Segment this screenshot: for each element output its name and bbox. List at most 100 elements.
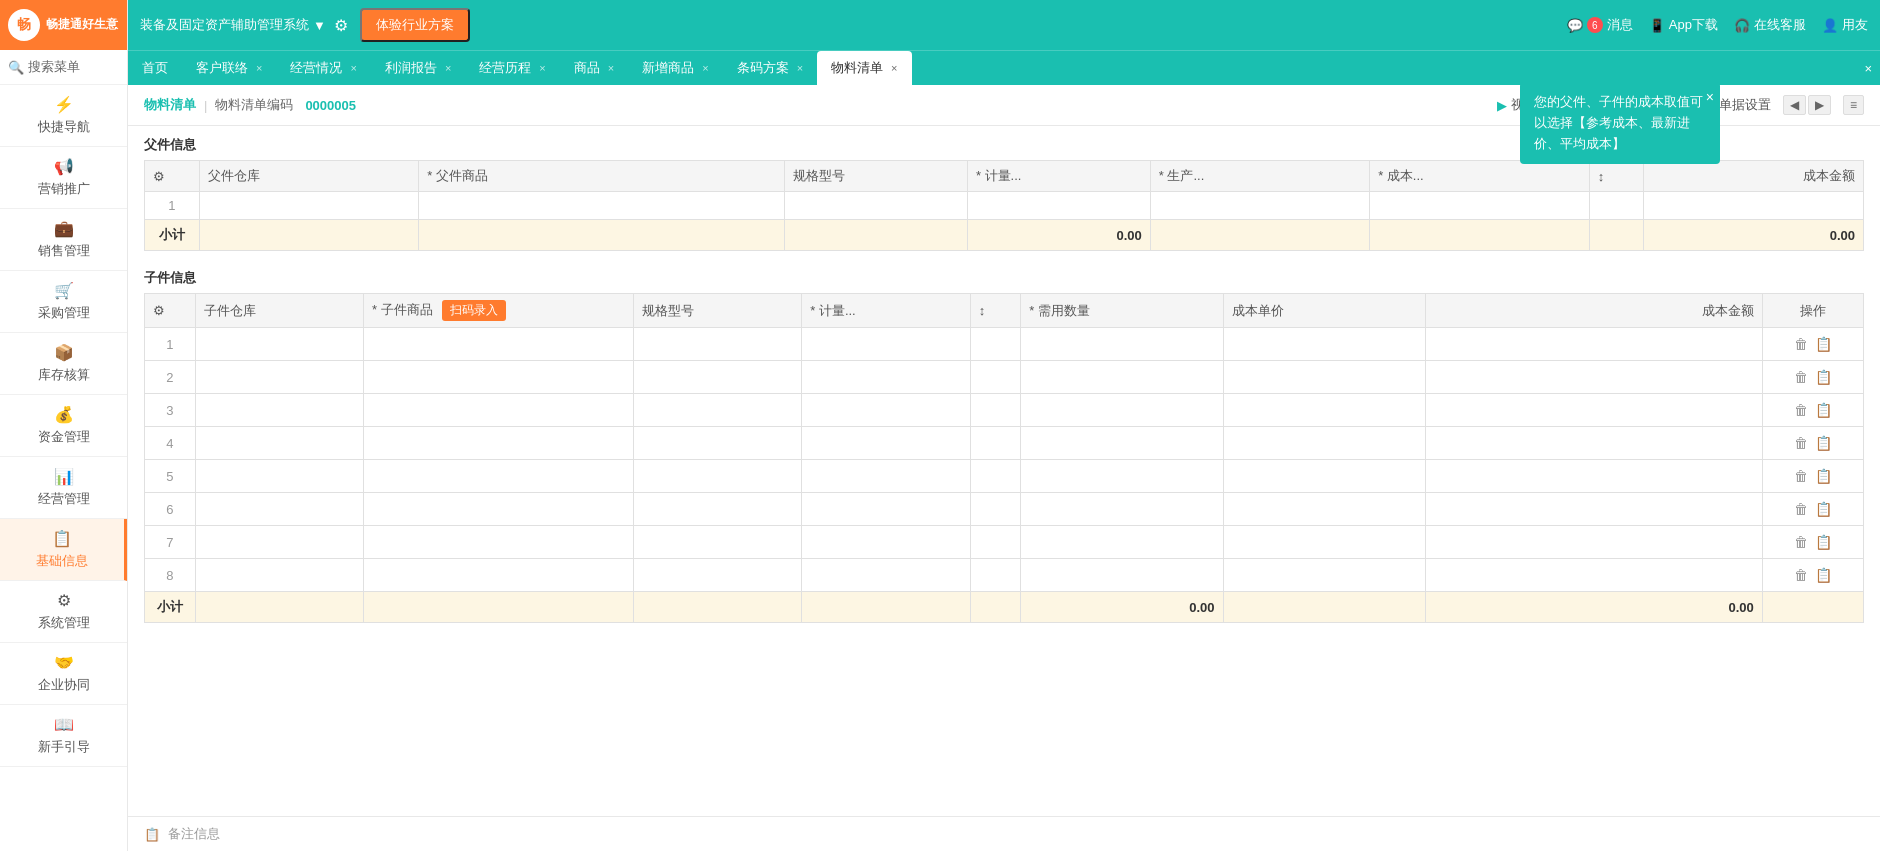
tab-operation-close[interactable]: × bbox=[350, 62, 356, 74]
parent-row-1-goods[interactable] bbox=[419, 192, 785, 220]
child-row-3-spec[interactable] bbox=[633, 394, 802, 427]
child-row-4-unit[interactable] bbox=[802, 427, 971, 460]
sidebar-item-operation[interactable]: 📊 经营管理 bbox=[0, 457, 127, 519]
nav-next-btn[interactable]: ▶ bbox=[1808, 95, 1831, 115]
child-row-5-unit-cost[interactable] bbox=[1223, 460, 1425, 493]
child-row-2-warehouse[interactable] bbox=[195, 361, 364, 394]
child-row-1-goods[interactable] bbox=[364, 328, 634, 361]
parent-row-1-produce[interactable] bbox=[1150, 192, 1369, 220]
tooltip-close-btn[interactable]: × bbox=[1706, 86, 1714, 108]
child-row-6-spec[interactable] bbox=[633, 493, 802, 526]
child-row-7-warehouse[interactable] bbox=[195, 526, 364, 559]
sidebar-item-quick-nav[interactable]: ⚡ 快捷导航 bbox=[0, 85, 127, 147]
child-row-5-sort[interactable] bbox=[970, 460, 1021, 493]
child-row-8-unit-cost[interactable] bbox=[1223, 559, 1425, 592]
child-row-3-qty[interactable] bbox=[1021, 394, 1223, 427]
child-row-7-sort[interactable] bbox=[970, 526, 1021, 559]
child-row-4-copy-btn[interactable]: 📋 bbox=[1813, 433, 1834, 453]
child-row-1-spec[interactable] bbox=[633, 328, 802, 361]
sidebar-item-sales[interactable]: 💼 销售管理 bbox=[0, 209, 127, 271]
child-row-3-delete-btn[interactable]: 🗑 bbox=[1792, 400, 1810, 420]
child-row-2-sort[interactable] bbox=[970, 361, 1021, 394]
expand-btn[interactable]: ≡ bbox=[1843, 95, 1864, 115]
sidebar-item-marketing[interactable]: 📢 营销推广 bbox=[0, 147, 127, 209]
tab-goods[interactable]: 商品× bbox=[560, 51, 628, 85]
tab-barcode-close[interactable]: × bbox=[797, 62, 803, 74]
child-row-6-unit-cost[interactable] bbox=[1223, 493, 1425, 526]
child-row-2-copy-btn[interactable]: 📋 bbox=[1813, 367, 1834, 387]
child-row-6-sort[interactable] bbox=[970, 493, 1021, 526]
user-menu[interactable]: 👤 用友 bbox=[1822, 16, 1868, 34]
tab-history[interactable]: 经营历程× bbox=[465, 51, 559, 85]
child-row-2-qty[interactable] bbox=[1021, 361, 1223, 394]
child-row-2-goods[interactable] bbox=[364, 361, 634, 394]
child-row-5-goods[interactable] bbox=[364, 460, 634, 493]
tab-customer-close[interactable]: × bbox=[256, 62, 262, 74]
scan-input-btn[interactable]: 扫码录入 bbox=[442, 300, 506, 321]
child-row-3-unit-cost[interactable] bbox=[1223, 394, 1425, 427]
message-btn[interactable]: 💬 6 消息 bbox=[1567, 16, 1633, 34]
child-row-7-spec[interactable] bbox=[633, 526, 802, 559]
child-row-4-qty[interactable] bbox=[1021, 427, 1223, 460]
trial-button[interactable]: 体验行业方案 bbox=[360, 8, 470, 42]
close-all-tabs[interactable]: × bbox=[1856, 61, 1880, 76]
child-row-7-qty[interactable] bbox=[1021, 526, 1223, 559]
tab-bom-close[interactable]: × bbox=[891, 62, 897, 74]
tab-profit-close[interactable]: × bbox=[445, 62, 451, 74]
child-row-7-unit-cost[interactable] bbox=[1223, 526, 1425, 559]
tab-new-goods[interactable]: 新增商品× bbox=[628, 51, 722, 85]
child-row-7-copy-btn[interactable]: 📋 bbox=[1813, 532, 1834, 552]
child-row-3-warehouse[interactable] bbox=[195, 394, 364, 427]
child-row-8-sort[interactable] bbox=[970, 559, 1021, 592]
child-row-5-qty[interactable] bbox=[1021, 460, 1223, 493]
child-row-1-warehouse[interactable] bbox=[195, 328, 364, 361]
child-row-1-copy-btn[interactable]: 📋 bbox=[1813, 334, 1834, 354]
child-row-4-spec[interactable] bbox=[633, 427, 802, 460]
tab-home[interactable]: 首页 bbox=[128, 51, 182, 85]
parent-row-1-sort[interactable] bbox=[1589, 192, 1644, 220]
parent-row-1-cost[interactable] bbox=[1370, 192, 1589, 220]
child-row-8-unit[interactable] bbox=[802, 559, 971, 592]
child-row-4-unit-cost[interactable] bbox=[1223, 427, 1425, 460]
sidebar-item-enterprise[interactable]: 🤝 企业协同 bbox=[0, 643, 127, 705]
child-row-1-qty[interactable] bbox=[1021, 328, 1223, 361]
app-download-btn[interactable]: 📱 App下载 bbox=[1649, 16, 1718, 34]
child-row-1-unit[interactable] bbox=[802, 328, 971, 361]
sidebar-item-finance[interactable]: 💰 资金管理 bbox=[0, 395, 127, 457]
child-row-5-delete-btn[interactable]: 🗑 bbox=[1792, 466, 1810, 486]
online-service-btn[interactable]: 🎧 在线客服 bbox=[1734, 16, 1806, 34]
tab-goods-close[interactable]: × bbox=[608, 62, 614, 74]
child-row-6-copy-btn[interactable]: 📋 bbox=[1813, 499, 1834, 519]
child-row-1-sort[interactable] bbox=[970, 328, 1021, 361]
child-row-3-sort[interactable] bbox=[970, 394, 1021, 427]
sidebar-item-guide[interactable]: 📖 新手引导 bbox=[0, 705, 127, 767]
child-row-2-delete-btn[interactable]: 🗑 bbox=[1792, 367, 1810, 387]
child-row-8-delete-btn[interactable]: 🗑 bbox=[1792, 565, 1810, 585]
child-row-4-sort[interactable] bbox=[970, 427, 1021, 460]
sidebar-item-purchase[interactable]: 🛒 采购管理 bbox=[0, 271, 127, 333]
child-row-6-delete-btn[interactable]: 🗑 bbox=[1792, 499, 1810, 519]
sidebar-item-inventory[interactable]: 📦 库存核算 bbox=[0, 333, 127, 395]
child-row-8-qty[interactable] bbox=[1021, 559, 1223, 592]
tab-new-goods-close[interactable]: × bbox=[702, 62, 708, 74]
child-row-3-copy-btn[interactable]: 📋 bbox=[1813, 400, 1834, 420]
child-row-3-goods[interactable] bbox=[364, 394, 634, 427]
parent-row-1-unit[interactable] bbox=[967, 192, 1150, 220]
child-row-4-goods[interactable] bbox=[364, 427, 634, 460]
child-row-8-spec[interactable] bbox=[633, 559, 802, 592]
child-row-5-warehouse[interactable] bbox=[195, 460, 364, 493]
child-row-7-delete-btn[interactable]: 🗑 bbox=[1792, 532, 1810, 552]
parent-row-1-warehouse[interactable] bbox=[199, 192, 418, 220]
child-row-6-unit[interactable] bbox=[802, 493, 971, 526]
tab-history-close[interactable]: × bbox=[539, 62, 545, 74]
sidebar-item-basic[interactable]: 📋 基础信息 bbox=[0, 519, 127, 581]
tab-bom[interactable]: 物料清单× bbox=[817, 51, 911, 85]
child-row-7-goods[interactable] bbox=[364, 526, 634, 559]
child-row-1-delete-btn[interactable]: 🗑 bbox=[1792, 334, 1810, 354]
tab-profit[interactable]: 利润报告× bbox=[371, 51, 465, 85]
child-row-5-spec[interactable] bbox=[633, 460, 802, 493]
parent-row-1-spec[interactable] bbox=[785, 192, 968, 220]
child-row-8-warehouse[interactable] bbox=[195, 559, 364, 592]
child-row-6-qty[interactable] bbox=[1021, 493, 1223, 526]
child-row-5-copy-btn[interactable]: 📋 bbox=[1813, 466, 1834, 486]
